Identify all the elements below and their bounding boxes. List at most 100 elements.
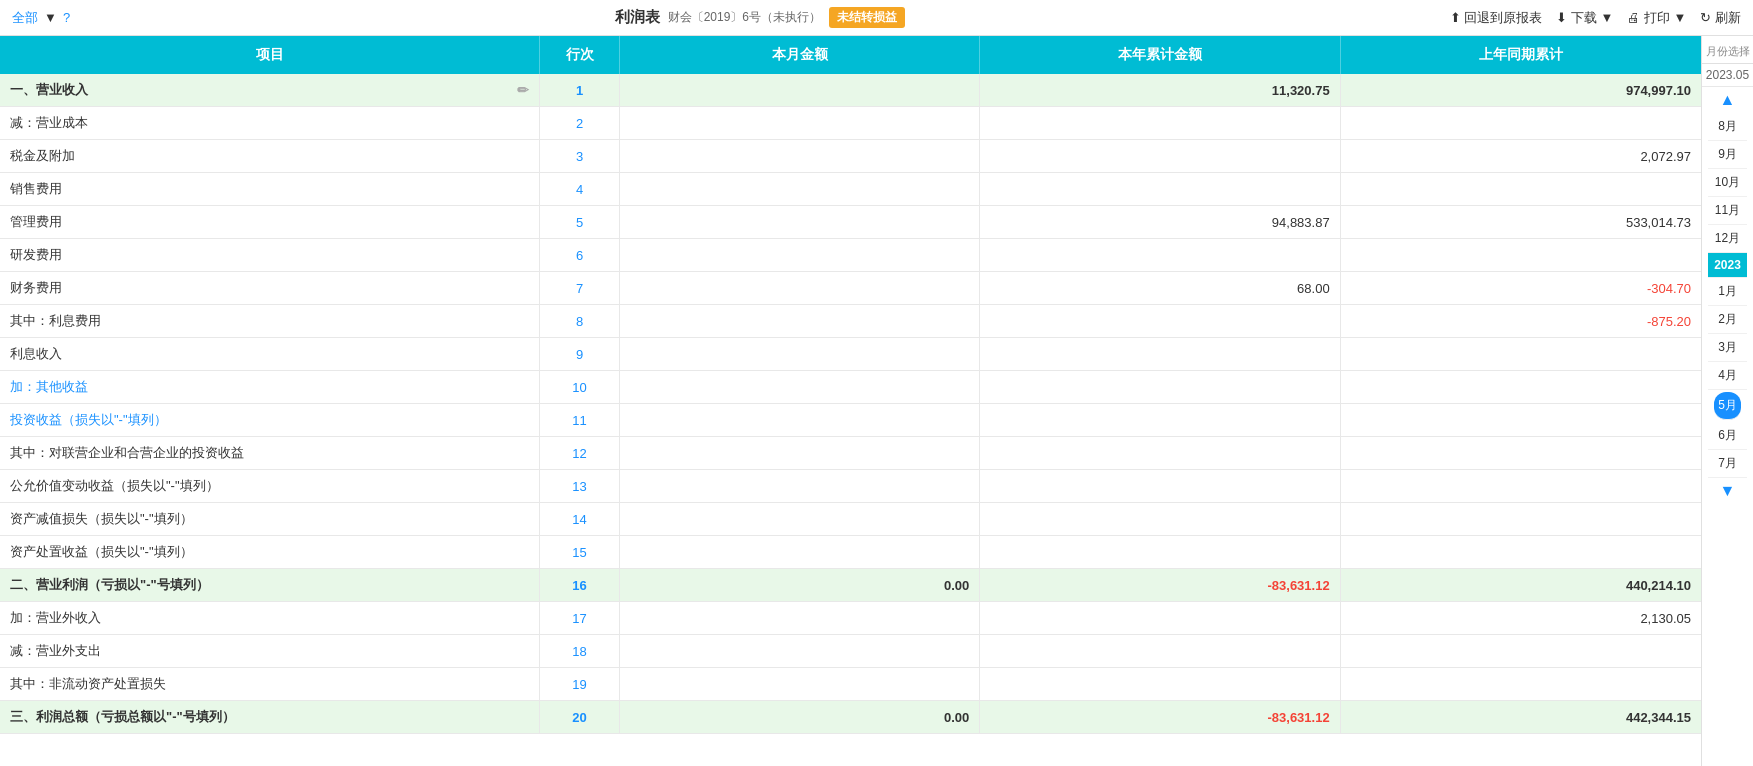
cell-month xyxy=(620,74,980,106)
month-btn[interactable]: 2023 xyxy=(1708,253,1747,278)
header-col-ytd: 本年累计金额 xyxy=(980,36,1340,74)
cell-month xyxy=(620,404,980,436)
cell-ytd xyxy=(980,503,1340,535)
cell-prev xyxy=(1341,404,1701,436)
month-btn[interactable]: 6月 xyxy=(1708,422,1747,450)
cell-ytd xyxy=(980,239,1340,271)
cell-ytd xyxy=(980,602,1340,634)
cell-row-num: 12 xyxy=(540,437,620,469)
table-row: 财务费用768.00-304.70 xyxy=(0,272,1701,305)
btn-print[interactable]: 🖨 打印 ▼ xyxy=(1627,9,1686,27)
cell-item: 减：营业成本 xyxy=(0,107,540,139)
report-subtitle: 财会〔2019〕6号（未执行） xyxy=(668,9,821,26)
month-btn[interactable]: 10月 xyxy=(1708,169,1747,197)
cell-ytd xyxy=(980,536,1340,568)
nav-down[interactable]: ▼ xyxy=(1716,478,1740,504)
cell-item: 投资收益（损失以"-"填列） xyxy=(0,404,540,436)
header-col-month: 本月金额 xyxy=(620,36,980,74)
cell-month xyxy=(620,305,980,337)
cell-row-num: 6 xyxy=(540,239,620,271)
table-row: 其中：非流动资产处置损失19 xyxy=(0,668,1701,701)
cell-ytd xyxy=(980,338,1340,370)
cell-item: 其中：对联营企业和合营企业的投资收益 xyxy=(0,437,540,469)
cell-prev xyxy=(1341,173,1701,205)
edit-icon[interactable]: ✏ xyxy=(517,82,529,98)
cell-item: 资产减值损失（损失以"-"填列） xyxy=(0,503,540,535)
cell-row-num: 2 xyxy=(540,107,620,139)
cell-ytd: -83,631.12 xyxy=(980,569,1340,601)
table-row: 二、营业利润（亏损以"-"号填列）160.00-83,631.12440,214… xyxy=(0,569,1701,602)
cell-month xyxy=(620,338,980,370)
month-btn[interactable]: 4月 xyxy=(1708,362,1747,390)
table-body: 一、营业收入✏111,320.75974,997.10减：营业成本2税金及附加3… xyxy=(0,74,1701,734)
cell-row-num: 9 xyxy=(540,338,620,370)
cell-item: 其中：利息费用 xyxy=(0,305,540,337)
cell-month xyxy=(620,470,980,502)
cell-item: 加：营业外收入 xyxy=(0,602,540,634)
table-row: 研发费用6 xyxy=(0,239,1701,272)
cell-prev: 2,072.97 xyxy=(1341,140,1701,172)
page-title: 利润表 xyxy=(615,8,660,27)
cell-row-num: 20 xyxy=(540,701,620,733)
cell-month xyxy=(620,173,980,205)
cell-item: 财务费用 xyxy=(0,272,540,304)
cell-prev: 442,344.15 xyxy=(1341,701,1701,733)
month-btn[interactable]: 12月 xyxy=(1708,225,1747,253)
cell-month xyxy=(620,602,980,634)
month-btn[interactable]: 8月 xyxy=(1708,113,1747,141)
cell-item: 销售费用 xyxy=(0,173,540,205)
btn-refresh[interactable]: ↻ 刷新 xyxy=(1700,9,1741,27)
btn-download[interactable]: ⬇ 下载 ▼ xyxy=(1556,9,1613,27)
cell-row-num: 14 xyxy=(540,503,620,535)
header-col-item: 项目 xyxy=(0,36,540,74)
table-row: 税金及附加3 2,072.97 xyxy=(0,140,1701,173)
header-col-prev: 上年同期累计 xyxy=(1341,36,1701,74)
month-btn[interactable]: 2月 xyxy=(1708,306,1747,334)
cell-ytd xyxy=(980,668,1340,700)
table-row: 减：营业成本2 xyxy=(0,107,1701,140)
cell-month: 0.00 xyxy=(620,569,980,601)
cell-item: 其中：非流动资产处置损失 xyxy=(0,668,540,700)
month-btn[interactable]: 3月 xyxy=(1708,334,1747,362)
btn-return[interactable]: ⬆ 回退到原报表 xyxy=(1450,9,1543,27)
month-btn[interactable]: 9月 xyxy=(1708,141,1747,169)
cell-prev: 533,014.73 xyxy=(1341,206,1701,238)
cell-prev: 974,997.10 xyxy=(1341,74,1701,106)
month-btn[interactable]: 1月 xyxy=(1708,278,1747,306)
cell-ytd: -83,631.12 xyxy=(980,701,1340,733)
cell-row-num: 8 xyxy=(540,305,620,337)
cell-ytd xyxy=(980,107,1340,139)
cell-row-num: 4 xyxy=(540,173,620,205)
cell-prev xyxy=(1341,437,1701,469)
cell-row-num: 17 xyxy=(540,602,620,634)
cell-row-num: 3 xyxy=(540,140,620,172)
cell-month xyxy=(620,206,980,238)
sidebar-right: 月份选择 2023.05 ▲ 8月9月10月11月12月20231月2月3月4月… xyxy=(1701,36,1753,766)
cell-month xyxy=(620,635,980,667)
nav-up[interactable]: ▲ xyxy=(1716,87,1740,113)
cell-month xyxy=(620,140,980,172)
help-icon[interactable]: ? xyxy=(63,10,70,25)
cell-ytd xyxy=(980,437,1340,469)
month-btn[interactable]: 11月 xyxy=(1708,197,1747,225)
cell-prev xyxy=(1341,371,1701,403)
cell-month xyxy=(620,437,980,469)
table-row: 公允价值变动收益（损失以"-"填列）13 xyxy=(0,470,1701,503)
cell-row-num: 7 xyxy=(540,272,620,304)
month-btn[interactable]: 7月 xyxy=(1708,450,1747,478)
breadcrumb-all[interactable]: 全部 xyxy=(12,9,38,27)
cell-item: 资产处置收益（损失以"-"填列） xyxy=(0,536,540,568)
cell-item: 税金及附加 xyxy=(0,140,540,172)
cell-ytd xyxy=(980,470,1340,502)
table-row: 销售费用4 xyxy=(0,173,1701,206)
table-row: 三、利润总额（亏损总额以"-"号填列）200.00-83,631.12442,3… xyxy=(0,701,1701,734)
month-btn[interactable]: 5月 xyxy=(1714,392,1741,420)
cell-month xyxy=(620,536,980,568)
cell-ytd: 68.00 xyxy=(980,272,1340,304)
table-header: 项目 行次 本月金额 本年累计金额 上年同期累计 xyxy=(0,36,1701,74)
table-row: 一、营业收入✏111,320.75974,997.10 xyxy=(0,74,1701,107)
cell-item: 利息收入 xyxy=(0,338,540,370)
cell-ytd: 11,320.75 xyxy=(980,74,1340,106)
table-row: 管理费用594,883.87533,014.73 xyxy=(0,206,1701,239)
header-col-row: 行次 xyxy=(540,36,620,74)
